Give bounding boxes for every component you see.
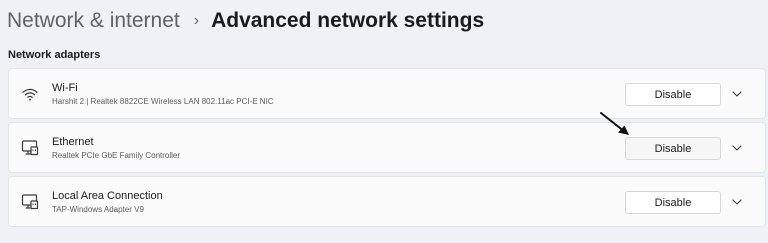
adapter-card-ethernet[interactable]: Ethernet Realtek PCIe GbE Family Control… bbox=[8, 122, 766, 173]
page-title: Advanced network settings bbox=[211, 9, 485, 32]
adapter-card-local-area-connection[interactable]: Local Area Connection TAP-Windows Adapte… bbox=[8, 176, 766, 227]
adapter-description: Realtek PCIe GbE Family Controller bbox=[52, 151, 181, 160]
disable-button-wifi[interactable]: Disable bbox=[625, 83, 721, 106]
ethernet-icon bbox=[21, 194, 39, 210]
disable-button-local-area-connection[interactable]: Disable bbox=[625, 191, 721, 214]
chevron-down-icon[interactable] bbox=[731, 142, 743, 154]
annotation-arrow-icon bbox=[600, 112, 629, 135]
breadcrumb-separator: › bbox=[193, 12, 200, 29]
adapter-name: Wi-Fi bbox=[52, 82, 78, 94]
ethernet-icon bbox=[21, 140, 39, 156]
advanced-network-settings-page: Network & internet › Advanced network se… bbox=[0, 0, 768, 243]
chevron-down-icon[interactable] bbox=[731, 196, 743, 208]
breadcrumb: Network & internet › Advanced network se… bbox=[7, 6, 484, 36]
adapter-description: TAP-Windows Adapter V9 bbox=[52, 205, 144, 214]
adapter-card-wifi[interactable]: Wi-Fi Harshit 2 | Realtek 8822CE Wireles… bbox=[8, 68, 766, 119]
breadcrumb-network-internet[interactable]: Network & internet bbox=[7, 9, 180, 33]
adapter-description: Harshit 2 | Realtek 8822CE Wireless LAN … bbox=[52, 97, 274, 106]
adapter-name: Local Area Connection bbox=[52, 190, 163, 202]
wifi-icon bbox=[22, 88, 38, 101]
chevron-down-icon[interactable] bbox=[731, 88, 743, 100]
adapter-name: Ethernet bbox=[52, 136, 94, 148]
disable-button-ethernet[interactable]: Disable bbox=[625, 137, 721, 160]
section-title-network-adapters: Network adapters bbox=[8, 49, 101, 61]
